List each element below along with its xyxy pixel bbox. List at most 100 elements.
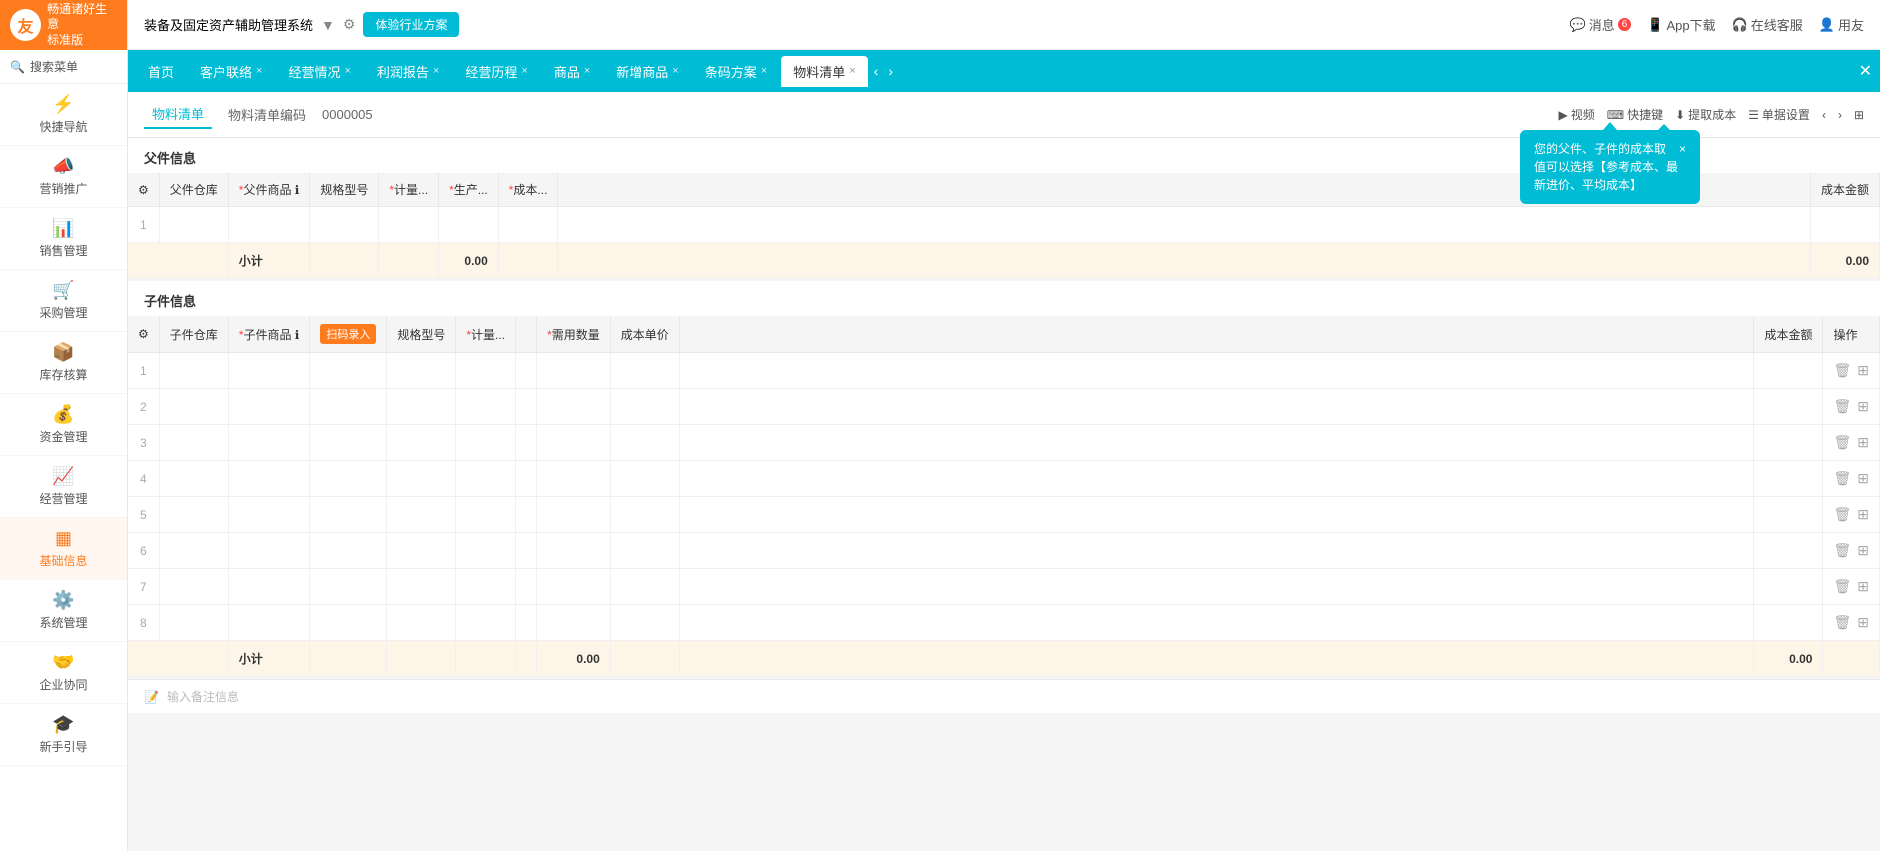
sidebar-item-operations[interactable]: 📈 经营管理 [0, 456, 127, 518]
child-row-4-spec[interactable] [387, 461, 456, 497]
user-menu[interactable]: 👤 用友 [1819, 15, 1864, 34]
child-row-6-unit[interactable] [456, 533, 516, 569]
sidebar-item-quicknav[interactable]: ⚡ 快捷导航 [0, 84, 127, 146]
child-row-2-qty[interactable] [537, 389, 611, 425]
child-row-3-warehouse[interactable] [159, 425, 228, 461]
sidebar-item-marketing[interactable]: 📣 营销推广 [0, 146, 127, 208]
child-row-7-qty[interactable] [537, 569, 611, 605]
tab-customer[interactable]: 客户联络 × [188, 56, 274, 87]
child-row-7-product[interactable] [228, 569, 310, 605]
nav-prev-icon[interactable]: ‹ [870, 63, 883, 79]
tab-bom[interactable]: 物料清单 × [781, 56, 867, 87]
sidebar-item-guide[interactable]: 🎓 新手引导 [0, 704, 127, 766]
sidebar-item-basic-info[interactable]: ▦ 基础信息 [0, 518, 127, 580]
sidebar-item-purchase[interactable]: 🛒 采购管理 [0, 270, 127, 332]
single-settings-btn[interactable]: ☰ 单据设置 [1748, 106, 1810, 123]
tab-profit[interactable]: 利润报告 × [365, 56, 451, 87]
child-row-2-delete-icon[interactable]: 🗑 [1833, 398, 1851, 415]
child-row-4-qty[interactable] [537, 461, 611, 497]
child-row-5-qty[interactable] [537, 497, 611, 533]
child-row-1-warehouse[interactable] [159, 353, 228, 389]
parent-row-1-warehouse[interactable] [159, 207, 228, 243]
tab-history[interactable]: 经营历程 × [453, 56, 539, 87]
child-row-7-unit-cost[interactable] [610, 569, 679, 605]
child-row-3-unit[interactable] [456, 425, 516, 461]
child-row-2-product[interactable] [228, 389, 310, 425]
child-row-8-delete-icon[interactable]: 🗑 [1833, 614, 1851, 631]
child-row-8-unit[interactable] [456, 605, 516, 641]
parent-row-1-spec[interactable] [310, 207, 379, 243]
sidebar-item-finance[interactable]: 💰 资金管理 [0, 394, 127, 456]
message-btn[interactable]: 💬 消息 6 [1570, 15, 1632, 34]
sidebar-item-enterprise[interactable]: 🤝 企业协同 [0, 642, 127, 704]
child-row-5-unit[interactable] [456, 497, 516, 533]
child-row-6-delete-icon[interactable]: 🗑 [1833, 542, 1851, 559]
child-row-1-product[interactable] [228, 353, 310, 389]
tab-home[interactable]: 首页 [136, 56, 186, 87]
view-toggle-icon[interactable]: ⊞ [1854, 108, 1864, 122]
nav-next-icon[interactable]: › [884, 63, 897, 79]
tab-bom-close[interactable]: × [849, 65, 855, 77]
child-row-6-qty[interactable] [537, 533, 611, 569]
note-placeholder[interactable]: 输入备注信息 [167, 688, 239, 705]
child-row-7-delete-icon[interactable]: 🗑 [1833, 578, 1851, 595]
parent-row-1-product[interactable] [228, 207, 310, 243]
child-row-4-copy-icon[interactable]: ⊞ [1857, 470, 1869, 487]
child-row-1-unit[interactable] [456, 353, 516, 389]
sidebar-item-system[interactable]: ⚙️ 系统管理 [0, 580, 127, 642]
tab-goods-close[interactable]: × [584, 65, 590, 77]
settings-dropdown-icon[interactable]: ▼ [321, 17, 335, 33]
child-row-3-unit-cost[interactable] [610, 425, 679, 461]
child-row-1-spec[interactable] [387, 353, 456, 389]
tab-operations-close[interactable]: × [344, 65, 350, 77]
child-row-6-unit-cost[interactable] [610, 533, 679, 569]
child-row-3-spec[interactable] [387, 425, 456, 461]
parent-col-gear[interactable]: ⚙ [128, 173, 159, 207]
child-row-4-unit[interactable] [456, 461, 516, 497]
child-row-8-spec[interactable] [387, 605, 456, 641]
tab-history-close[interactable]: × [521, 65, 527, 77]
nav-prev-page-icon[interactable]: ‹ [1822, 108, 1826, 122]
child-row-5-warehouse[interactable] [159, 497, 228, 533]
parent-row-1-cost[interactable] [498, 207, 558, 243]
child-row-2-spec[interactable] [387, 389, 456, 425]
tooltip-close-btn[interactable]: × [1679, 140, 1686, 158]
tab-new-goods-close[interactable]: × [672, 65, 678, 77]
child-row-4-delete-icon[interactable]: 🗑 [1833, 470, 1851, 487]
child-row-7-unit[interactable] [456, 569, 516, 605]
child-row-3-delete-icon[interactable]: 🗑 [1833, 434, 1851, 451]
child-row-2-warehouse[interactable] [159, 389, 228, 425]
child-row-2-copy-icon[interactable]: ⊞ [1857, 398, 1869, 415]
child-row-6-copy-icon[interactable]: ⊞ [1857, 542, 1869, 559]
child-row-4-unit-cost[interactable] [610, 461, 679, 497]
experience-btn[interactable]: 体验行业方案 [363, 12, 459, 37]
scan-input-btn[interactable]: 扫码录入 [320, 324, 376, 344]
child-row-8-warehouse[interactable] [159, 605, 228, 641]
child-row-6-product[interactable] [228, 533, 310, 569]
sidebar-item-inventory[interactable]: 📦 库存核算 [0, 332, 127, 394]
app-download-btn[interactable]: 📱 App下载 [1647, 15, 1715, 34]
child-row-2-unit[interactable] [456, 389, 516, 425]
close-all-tabs-icon[interactable]: ✕ [1859, 61, 1872, 81]
child-row-7-warehouse[interactable] [159, 569, 228, 605]
child-row-5-product[interactable] [228, 497, 310, 533]
sidebar-item-sales[interactable]: 📊 销售管理 [0, 208, 127, 270]
child-row-1-copy-icon[interactable]: ⊞ [1857, 362, 1869, 379]
tab-operations[interactable]: 经营情况 × [276, 56, 362, 87]
tab-profit-close[interactable]: × [433, 65, 439, 77]
child-row-3-qty[interactable] [537, 425, 611, 461]
child-row-7-spec[interactable] [387, 569, 456, 605]
child-row-3-product[interactable] [228, 425, 310, 461]
parent-row-1-unit[interactable] [379, 207, 439, 243]
sidebar-search-item[interactable]: 🔍 搜索菜单 [0, 50, 127, 84]
child-row-8-qty[interactable] [537, 605, 611, 641]
child-row-1-delete-icon[interactable]: 🗑 [1833, 362, 1851, 379]
nav-next-page-icon[interactable]: › [1838, 108, 1842, 122]
child-row-1-unit-cost[interactable] [610, 353, 679, 389]
tab-barcode[interactable]: 条码方案 × [693, 56, 779, 87]
child-row-6-warehouse[interactable] [159, 533, 228, 569]
child-row-8-copy-icon[interactable]: ⊞ [1857, 614, 1869, 631]
tab-goods[interactable]: 商品 × [542, 56, 602, 87]
child-row-5-copy-icon[interactable]: ⊞ [1857, 506, 1869, 523]
tab-new-goods[interactable]: 新增商品 × [604, 56, 690, 87]
